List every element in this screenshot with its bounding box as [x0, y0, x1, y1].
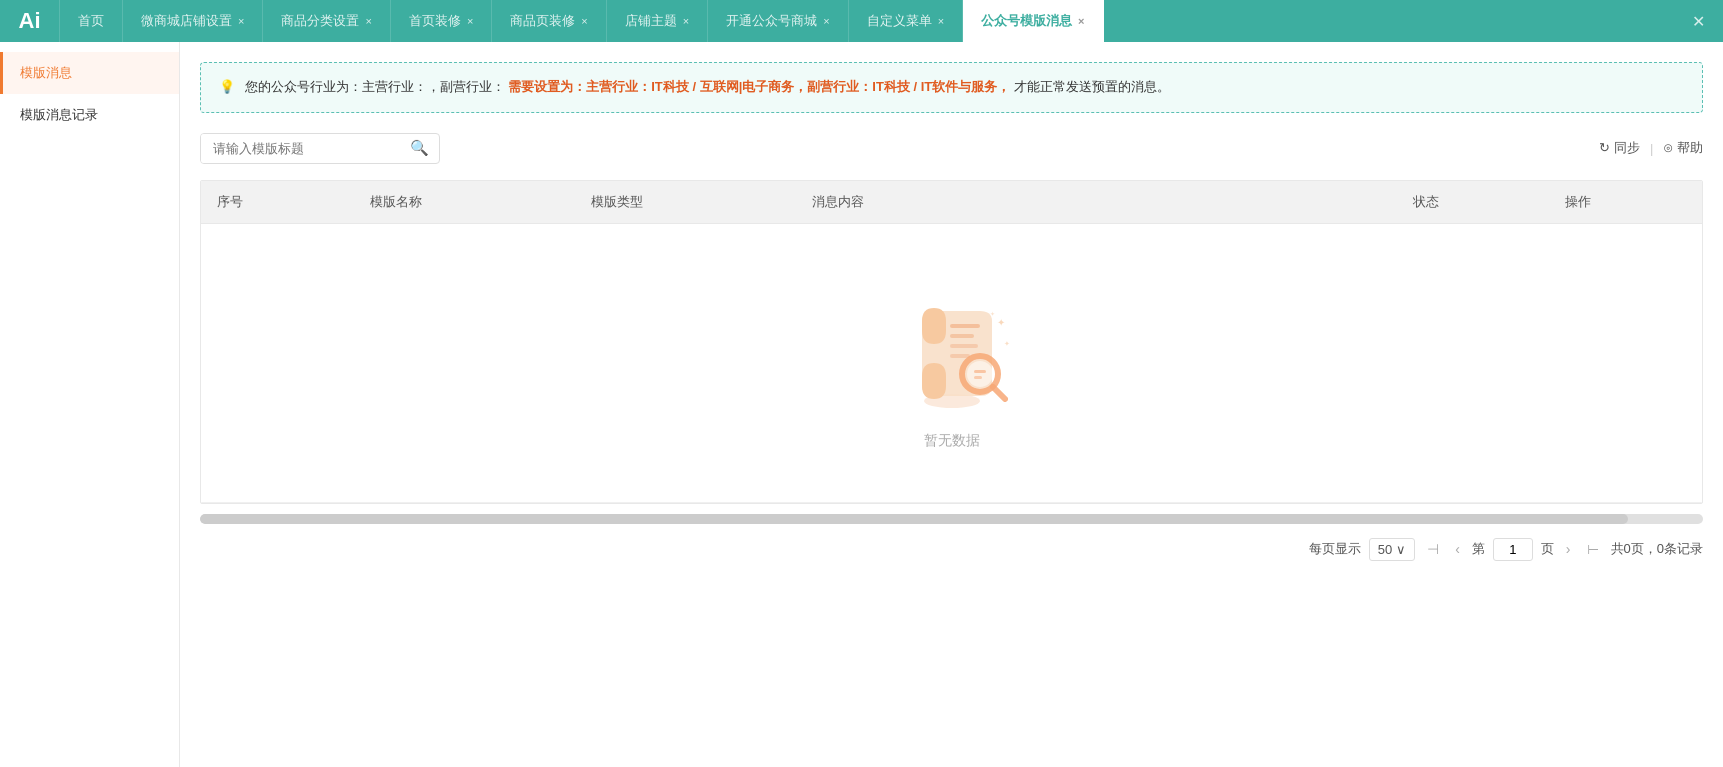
notice-suffix: 才能正常发送预置的消息。 — [1014, 79, 1170, 94]
tab-item-5[interactable]: 店铺主题 × — [607, 0, 708, 42]
empty-text: 暂无数据 — [924, 432, 980, 450]
search-bar: 🔍 ↻ 同步 | ⊙ 帮助 — [200, 133, 1703, 164]
tab-close-icon-4[interactable]: × — [581, 16, 587, 27]
sidebar-item-0[interactable]: 模版消息 — [0, 52, 179, 94]
sync-button[interactable]: ↻ 同步 — [1599, 139, 1640, 157]
tab-close-icon-5[interactable]: × — [683, 16, 689, 27]
prev-page-button[interactable]: ‹ — [1451, 539, 1464, 559]
tab-label-1: 微商城店铺设置 — [141, 12, 232, 30]
search-input[interactable] — [201, 134, 400, 163]
tab-label-2: 商品分类设置 — [281, 12, 359, 30]
tab-close-icon-6[interactable]: × — [823, 16, 829, 27]
tab-close-icon-8[interactable]: × — [1078, 16, 1084, 27]
svg-rect-8 — [974, 370, 986, 373]
sidebar-item-1[interactable]: 模版消息记录 — [0, 94, 179, 136]
empty-state: ✦ ✦ ✦ 暂无数据 — [217, 236, 1686, 490]
sidebar: 模版消息模版消息记录 — [0, 42, 180, 767]
tab-label-5: 店铺主题 — [625, 12, 677, 30]
page-label: 第 — [1472, 540, 1485, 558]
tab-label-6: 开通公众号商城 — [726, 12, 817, 30]
svg-rect-3 — [950, 344, 978, 348]
tab-item-8[interactable]: 公众号模版消息 × — [963, 0, 1103, 42]
page-size-value: 50 — [1378, 542, 1392, 557]
bulb-icon: 💡 — [219, 79, 235, 94]
content-area: 💡 您的公众号行业为：主营行业：，副营行业： 需要设置为：主营行业：IT科技 /… — [180, 42, 1723, 767]
svg-line-7 — [993, 387, 1005, 399]
svg-rect-2 — [950, 334, 974, 338]
tab-item-0[interactable]: 首页 — [60, 0, 123, 42]
notice-prefix: 您的公众号行业为：主营行业：，副营行业： — [245, 79, 505, 94]
sync-icon: ↻ — [1599, 140, 1610, 155]
tab-item-2[interactable]: 商品分类设置 × — [263, 0, 390, 42]
scroll-thumb — [200, 514, 1628, 524]
tab-label-0: 首页 — [78, 12, 104, 30]
col-header-1: 模版名称 — [354, 181, 575, 224]
help-label: 帮助 — [1677, 140, 1703, 155]
main-layout: 模版消息模版消息记录 💡 您的公众号行业为：主营行业：，副营行业： 需要设置为：… — [0, 42, 1723, 767]
page-size-select[interactable]: 50 ∨ — [1369, 538, 1415, 561]
last-page-button[interactable]: ⊢ — [1583, 539, 1603, 559]
page-unit-label: 页 — [1541, 540, 1554, 558]
tab-label-7: 自定义菜单 — [867, 12, 932, 30]
tab-item-3[interactable]: 首页装修 × — [391, 0, 492, 42]
search-right: ↻ 同步 | ⊙ 帮助 — [1599, 139, 1703, 157]
tab-close-icon-7[interactable]: × — [938, 16, 944, 27]
page-number-input[interactable] — [1493, 538, 1533, 561]
notice-banner: 💡 您的公众号行业为：主营行业：，副营行业： 需要设置为：主营行业：IT科技 /… — [200, 62, 1703, 113]
help-button[interactable]: ⊙ 帮助 — [1663, 139, 1703, 157]
table-wrapper: 序号模版名称模版类型消息内容状态操作 — [200, 180, 1703, 504]
search-button[interactable]: 🔍 — [400, 139, 439, 157]
svg-text:✦: ✦ — [1004, 340, 1010, 347]
col-header-0: 序号 — [201, 181, 354, 224]
page-size-label: 每页显示 — [1309, 540, 1361, 558]
svg-text:✦: ✦ — [990, 311, 995, 317]
svg-rect-1 — [950, 324, 980, 328]
app-logo: Ai — [0, 0, 60, 42]
template-table: 序号模版名称模版类型消息内容状态操作 — [201, 181, 1702, 503]
tab-item-1[interactable]: 微商城店铺设置 × — [123, 0, 263, 42]
notice-highlight: 需要设置为：主营行业：IT科技 / 互联网|电子商务，副营行业：IT科技 / I… — [508, 79, 1010, 94]
close-all-button[interactable]: ✕ — [1692, 12, 1723, 31]
col-header-2: 模版类型 — [575, 181, 796, 224]
horizontal-scrollbar[interactable] — [200, 514, 1703, 524]
svg-rect-4 — [950, 354, 970, 358]
svg-text:✦: ✦ — [997, 317, 1005, 328]
empty-illustration: ✦ ✦ ✦ — [892, 296, 1012, 416]
chevron-down-icon: ∨ — [1396, 542, 1406, 557]
col-header-5: 操作 — [1549, 181, 1702, 224]
tab-label-8: 公众号模版消息 — [981, 12, 1072, 30]
tab-close-icon-2[interactable]: × — [365, 16, 371, 27]
tab-item-4[interactable]: 商品页装修 × — [492, 0, 606, 42]
tab-close-icon-1[interactable]: × — [238, 16, 244, 27]
tab-item-7[interactable]: 自定义菜单 × — [849, 0, 963, 42]
tab-bar: Ai 首页微商城店铺设置 ×商品分类设置 ×首页装修 ×商品页装修 ×店铺主题 … — [0, 0, 1723, 42]
tab-item-6[interactable]: 开通公众号商城 × — [708, 0, 848, 42]
svg-rect-9 — [974, 376, 982, 379]
search-input-wrapper[interactable]: 🔍 — [200, 133, 440, 164]
help-icon: ⊙ — [1663, 140, 1673, 155]
pagination: 每页显示 50 ∨ ⊣ ‹ 第 页 › ⊢ 共0页，0条记录 — [200, 538, 1703, 561]
total-text: 共0页，0条记录 — [1611, 540, 1703, 558]
next-page-button[interactable]: › — [1562, 539, 1575, 559]
divider: | — [1650, 141, 1653, 156]
tab-label-3: 首页装修 — [409, 12, 461, 30]
tab-close-icon-3[interactable]: × — [467, 16, 473, 27]
col-header-3: 消息内容 — [796, 181, 1396, 224]
col-header-4: 状态 — [1397, 181, 1550, 224]
sync-label: 同步 — [1614, 140, 1640, 155]
tab-label-4: 商品页装修 — [510, 12, 575, 30]
svg-point-6 — [967, 361, 993, 387]
first-page-button[interactable]: ⊣ — [1423, 539, 1443, 559]
